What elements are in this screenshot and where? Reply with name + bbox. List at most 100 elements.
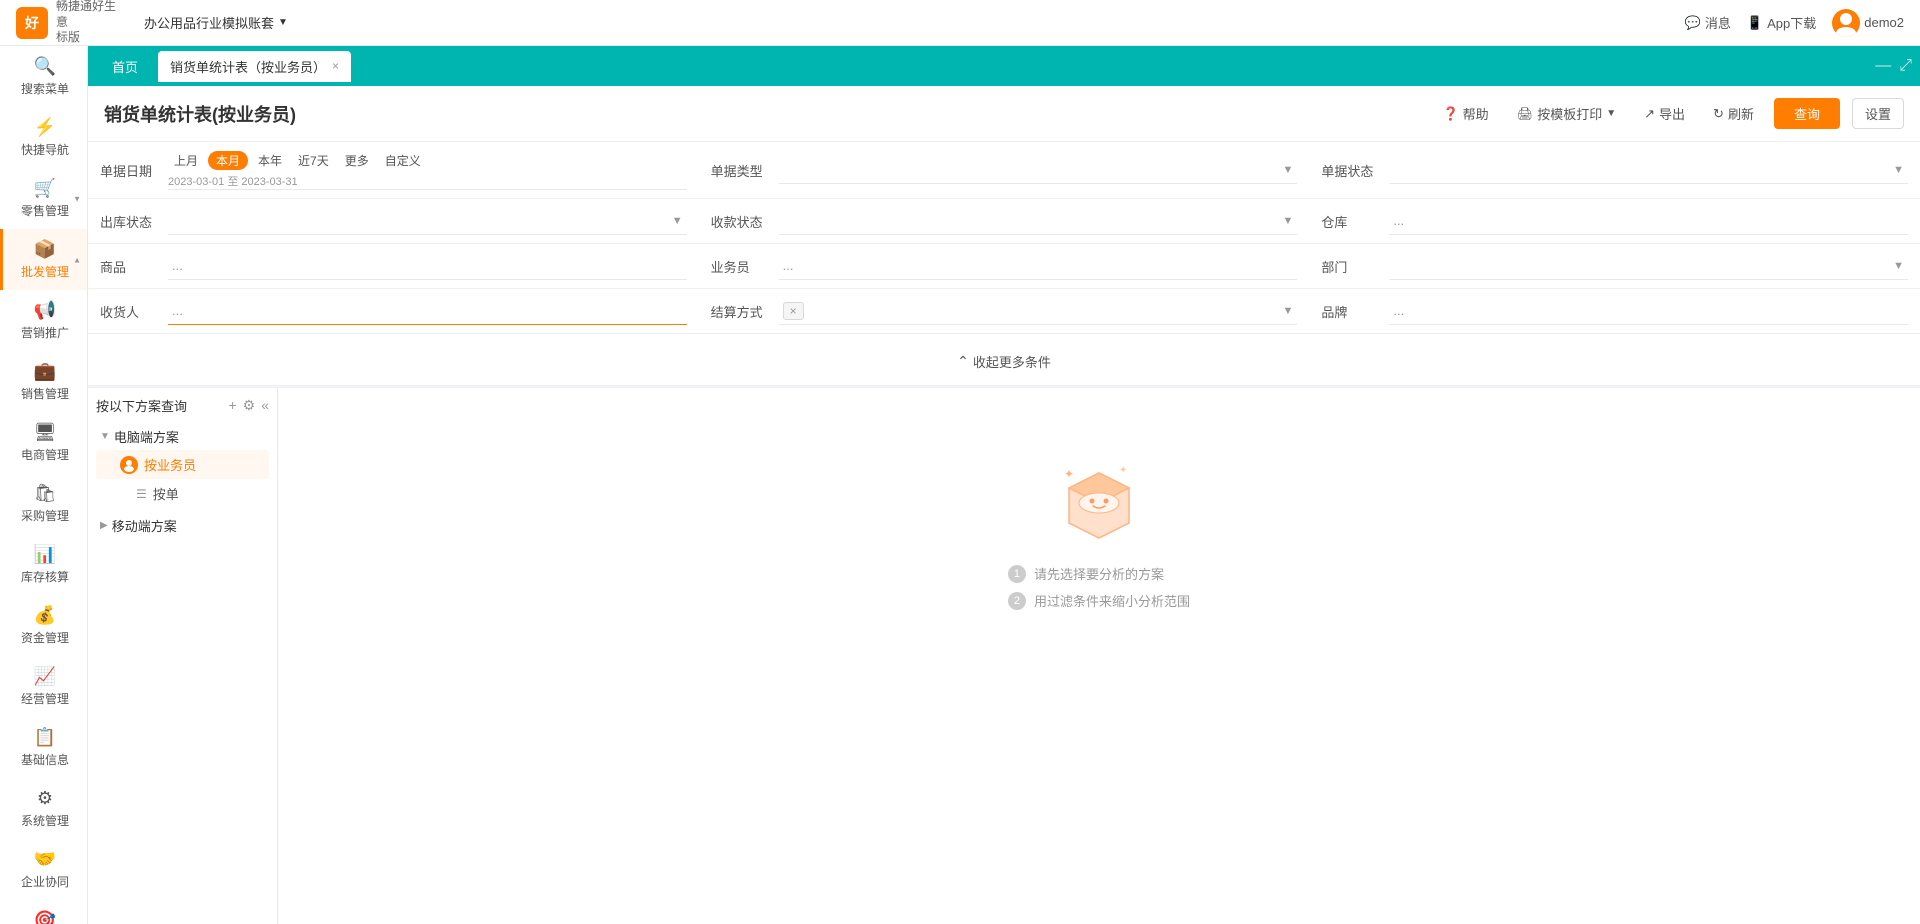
filter-brand-value[interactable]: ... — [1389, 297, 1908, 325]
empty-tips: 1 请先选择要分析的方案 2 用过滤条件来缩小分析范围 — [1008, 564, 1190, 618]
sidebar-item-label: 营销推广 — [21, 324, 69, 341]
download-label: App下载 — [1767, 13, 1816, 32]
sidebar-item-finance[interactable]: 💰 资金管理 — [0, 595, 87, 656]
tree-child-salesman[interactable]: 按业务员 — [96, 450, 269, 479]
date-7days[interactable]: 近7天 — [292, 150, 335, 171]
filter-goods-value[interactable]: ... — [168, 252, 687, 280]
sidebar-item-marketing[interactable]: 📢 营销推广 — [0, 290, 87, 351]
date-shortcuts: 上月 本月 本年 近7天 更多 自定义 — [168, 150, 427, 171]
date-this-year[interactable]: 本年 — [252, 150, 288, 171]
sidebar-item-retail[interactable]: 🛒 零售管理 — [0, 168, 87, 229]
tab-maximize-icon[interactable]: ⤢ — [1899, 57, 1912, 75]
date-more[interactable]: 更多 — [339, 150, 375, 171]
dept-arrow: ▼ — [1893, 260, 1904, 272]
filter-date-label: 单据日期 — [100, 161, 168, 180]
main-layout: 🔍 搜索菜单 ⚡ 快捷导航 🛒 零售管理 📦 批发管理 📢 营销推广 💼 销售管… — [0, 46, 1920, 924]
filter-cell-brand: 品牌 ... — [1309, 289, 1920, 334]
date-this-month[interactable]: 本月 — [208, 151, 248, 170]
sidebar-item-basic[interactable]: 📋 基础信息 — [0, 717, 87, 778]
message-button[interactable]: 💬 消息 — [1685, 13, 1731, 32]
filter-receivestatus-value[interactable]: ▼ — [779, 207, 1298, 235]
sidebar-item-newbie[interactable]: 🎯 新手引导 — [0, 900, 87, 924]
filter-cell-docstatus: 单据状态 ▼ — [1309, 142, 1920, 199]
tab-home[interactable]: 首页 — [96, 51, 154, 82]
message-label: 消息 — [1705, 13, 1731, 32]
tree-parent-mobile[interactable]: ▶ 移动端方案 — [96, 512, 269, 539]
sidebar-item-label: 基础信息 — [21, 751, 69, 768]
sidebar-item-purchase[interactable]: 🛍 采购管理 — [0, 473, 87, 534]
download-button[interactable]: 📱 App下载 — [1747, 13, 1816, 32]
filter-salesman-label: 业务员 — [711, 257, 779, 276]
tab-active-page[interactable]: 销货单统计表（按业务员） × — [158, 51, 351, 82]
user-area[interactable]: demo2 — [1832, 9, 1904, 37]
filter-goods-label: 商品 — [100, 257, 168, 276]
filter-cell-dept: 部门 ▼ — [1309, 244, 1920, 289]
query-button[interactable]: 查询 — [1774, 98, 1840, 129]
newbie-icon: 🎯 — [34, 910, 56, 924]
filter-doctype-value[interactable]: ▼ — [779, 156, 1298, 184]
tab-page-label: 销货单统计表（按业务员） — [170, 57, 326, 76]
sidebar-item-search[interactable]: 🔍 搜索菜单 — [0, 46, 87, 107]
filter-warehouse-value[interactable]: ... — [1389, 207, 1908, 235]
help-icon: ❓ — [1442, 106, 1458, 122]
filter-docstatus-value[interactable]: ▼ — [1389, 156, 1908, 184]
filter-date-value[interactable]: 上月 本月 本年 近7天 更多 自定义 2023-03-01 至 2023-03… — [168, 150, 687, 190]
tab-close-icon[interactable]: × — [332, 59, 339, 73]
filter-dept-value[interactable]: ▼ — [1389, 252, 1908, 280]
export-button[interactable]: ↗ 导出 — [1636, 100, 1693, 127]
date-last-month[interactable]: 上月 — [168, 150, 204, 171]
collapse-row: ⌃ 收起更多条件 — [88, 334, 1920, 386]
tree-arrow-right: ▶ — [100, 520, 108, 531]
refresh-button[interactable]: ↻ 刷新 — [1705, 100, 1762, 127]
finance-icon: 💰 — [34, 605, 56, 626]
sidebar-item-ecommerce[interactable]: 🖥 电商管理 — [0, 412, 87, 473]
tree-parent-label: 电脑端方案 — [114, 427, 179, 446]
doctype-arrow: ▼ — [1282, 164, 1293, 176]
sidebar-item-inventory[interactable]: 📊 库存核算 — [0, 534, 87, 595]
filter-outstatus-value[interactable]: ▼ — [168, 207, 687, 235]
system-icon: ⚙ — [37, 788, 53, 809]
app-selector[interactable]: 办公用品行业模拟账套 ▼ — [136, 9, 296, 36]
panel-settings-icon[interactable]: ⚙ — [243, 397, 256, 414]
goods-dots: ... — [172, 258, 183, 273]
filter-receiver-value[interactable]: ... — [168, 297, 687, 325]
sidebar: 🔍 搜索菜单 ⚡ 快捷导航 🛒 零售管理 📦 批发管理 📢 营销推广 💼 销售管… — [0, 46, 88, 924]
sidebar-item-sales[interactable]: 💼 销售管理 — [0, 351, 87, 412]
filter-settlement-value[interactable]: × ▼ — [779, 297, 1298, 325]
filter-receiver-label: 收货人 — [100, 302, 168, 321]
page-wrapper: 销货单统计表(按业务员) ❓ 帮助 🖨 按模板打印 ▼ ↗ — [88, 86, 1920, 924]
filter-salesman-value[interactable]: ... — [779, 252, 1298, 280]
ecommerce-icon: 🖥 — [34, 422, 57, 443]
filter-cell-salesman: 业务员 ... — [699, 244, 1310, 289]
tab-minimize-icon[interactable]: — — [1875, 57, 1891, 75]
inventory-icon: 📊 — [34, 544, 56, 565]
panel-add-icon[interactable]: + — [228, 397, 236, 414]
settlement-tag-close[interactable]: × — [790, 304, 797, 318]
enterprise-icon: 🤝 — [34, 849, 56, 870]
settings-button[interactable]: 设置 — [1852, 98, 1904, 129]
print-icon: 🖨 — [1517, 106, 1534, 122]
sidebar-item-system[interactable]: ⚙ 系统管理 — [0, 778, 87, 839]
help-button[interactable]: ❓ 帮助 — [1434, 100, 1496, 127]
page-header-section: 销货单统计表(按业务员) ❓ 帮助 🖨 按模板打印 ▼ ↗ — [88, 86, 1920, 386]
tree-section: ▼ 电脑端方案 按业务员 ☰ 按单 — [96, 423, 269, 539]
panel-collapse-icon[interactable]: « — [261, 397, 269, 414]
tree-grandchild-label: 按单 — [153, 484, 179, 503]
marketing-icon: 📢 — [34, 300, 56, 321]
filter-cell-outstatus: 出库状态 ▼ — [88, 199, 699, 244]
sidebar-item-operations[interactable]: 📈 经营管理 — [0, 656, 87, 717]
sidebar-item-quick[interactable]: ⚡ 快捷导航 — [0, 107, 87, 168]
sidebar-item-enterprise[interactable]: 🤝 企业协同 — [0, 839, 87, 900]
empty-tip-2: 2 用过滤条件来缩小分析范围 — [1008, 591, 1190, 610]
tree-grandchild-order[interactable]: ☰ 按单 — [96, 479, 269, 508]
tip-text-1: 请先选择要分析的方案 — [1034, 564, 1164, 583]
sidebar-item-wholesale[interactable]: 📦 批发管理 — [0, 229, 87, 290]
print-button[interactable]: 🖨 按模板打印 ▼ — [1509, 100, 1624, 127]
wholesale-icon: 📦 — [34, 239, 56, 260]
filter-docstatus-label: 单据状态 — [1321, 161, 1389, 180]
collapse-button[interactable]: ⌃ 收起更多条件 — [957, 346, 1051, 377]
settlement-arrow: ▼ — [1282, 305, 1293, 317]
date-custom[interactable]: 自定义 — [379, 150, 427, 171]
tree-parent-desktop[interactable]: ▼ 电脑端方案 — [96, 423, 269, 450]
salesman-dots: ... — [783, 258, 794, 273]
